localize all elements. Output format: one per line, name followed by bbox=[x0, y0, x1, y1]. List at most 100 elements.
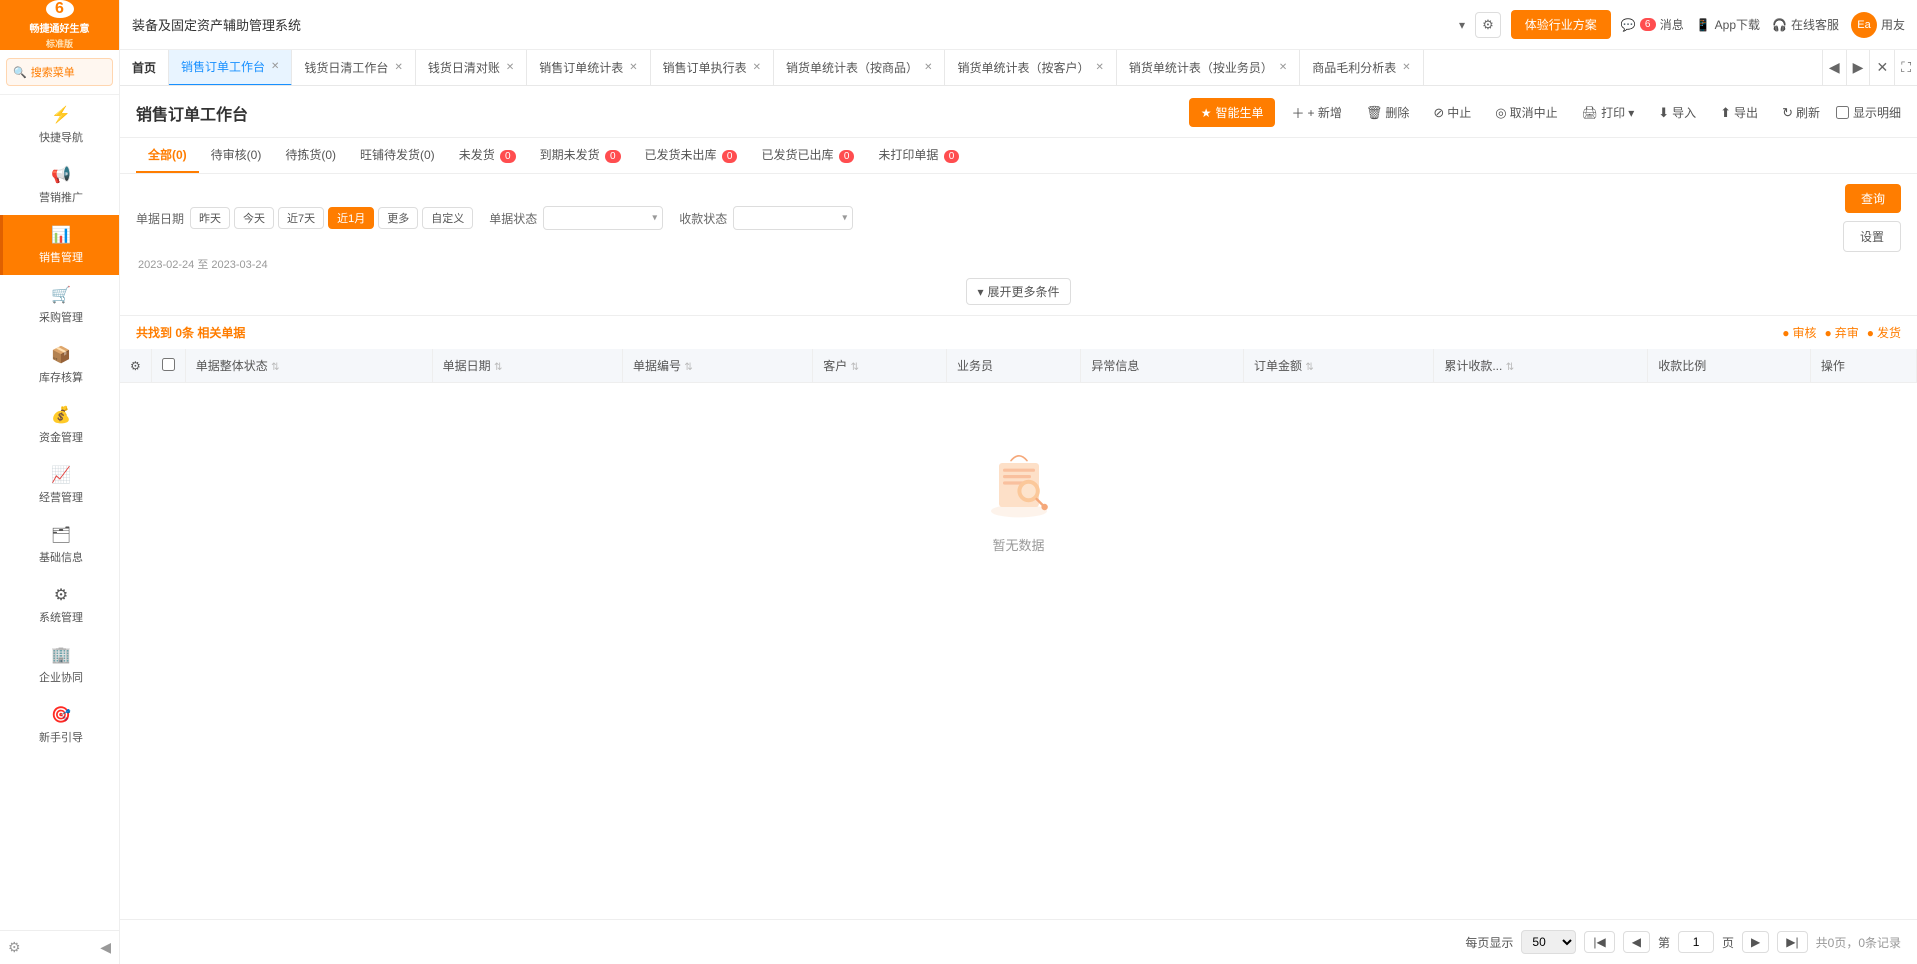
user-menu-button[interactable]: Ea 用友 bbox=[1851, 12, 1905, 38]
tab-sales-order-exec[interactable]: 销售订单执行表 ✕ bbox=[651, 50, 774, 86]
date-more-button[interactable]: 更多 bbox=[378, 207, 418, 229]
sub-tab-shipped-no-out[interactable]: 已发货未出库 0 bbox=[633, 138, 750, 173]
tab-product-margin[interactable]: 商品毛利分析表 ✕ bbox=[1300, 50, 1423, 86]
tab-close-icon-8[interactable]: ✕ bbox=[1279, 62, 1287, 73]
show-details-checkbox[interactable]: 显示明细 bbox=[1836, 104, 1901, 121]
sidebar-item-marketing[interactable]: 📢 营销推广 bbox=[0, 155, 119, 215]
app-download-label: App下载 bbox=[1715, 16, 1760, 33]
sidebar-item-purchase[interactable]: 🛒 采购管理 bbox=[0, 275, 119, 335]
quick-nav-icon: ⚡ bbox=[51, 105, 71, 125]
sub-tab-all[interactable]: 全部(0) bbox=[136, 138, 199, 173]
tab-cash-reconcile[interactable]: 钱货日清对账 ✕ bbox=[416, 50, 527, 86]
settings-column-icon[interactable]: ⚙ bbox=[130, 359, 141, 373]
import-button[interactable]: ⬇ 导入 bbox=[1650, 100, 1704, 125]
delete-button[interactable]: 🗑 删除 bbox=[1358, 100, 1418, 125]
cancel-review-action-button[interactable]: ● 弃审 bbox=[1824, 324, 1858, 341]
tab-close-icon-2[interactable]: ✕ bbox=[394, 62, 402, 73]
app-version: 标准版 bbox=[46, 37, 73, 50]
sub-tab-pending-review[interactable]: 待审核(0) bbox=[199, 138, 274, 173]
message-button[interactable]: 💬 6 消息 bbox=[1621, 16, 1684, 33]
status-sort-icon[interactable]: ⇅ bbox=[271, 362, 279, 373]
collapse-sidebar-icon[interactable]: ◀ bbox=[100, 939, 111, 956]
sidebar-item-inventory[interactable]: 📦 库存核算 bbox=[0, 335, 119, 395]
industry-solution-button[interactable]: 体验行业方案 bbox=[1511, 10, 1611, 39]
expand-conditions-button[interactable]: ▾ 展开更多条件 bbox=[966, 278, 1070, 305]
tab-expand-button[interactable]: ⛶ bbox=[1894, 50, 1917, 86]
status-select[interactable] bbox=[543, 206, 663, 230]
customer-sort-icon[interactable]: ⇅ bbox=[851, 362, 859, 373]
sub-tab-shipped-out[interactable]: 已发货已出库 0 bbox=[749, 138, 866, 173]
payment-select[interactable] bbox=[733, 206, 853, 230]
sidebar-item-sales[interactable]: 📊 销售管理 bbox=[0, 215, 119, 275]
cancel-pause-button[interactable]: ◎ 取消中止 bbox=[1487, 100, 1565, 125]
date-custom-button[interactable]: 自定义 bbox=[422, 207, 473, 229]
prev-page-button[interactable]: ◀ bbox=[1623, 931, 1650, 953]
received-sort-icon[interactable]: ⇅ bbox=[1506, 362, 1514, 373]
app-download-button[interactable]: 📱 App下载 bbox=[1696, 16, 1760, 33]
review-action-button[interactable]: ● 审核 bbox=[1782, 324, 1816, 341]
tab-close-icon-6[interactable]: ✕ bbox=[924, 62, 932, 73]
sidebar-item-system[interactable]: ⚙ 系统管理 bbox=[0, 575, 119, 635]
date-1month-button[interactable]: 近1月 bbox=[328, 207, 374, 229]
tab-sales-stats-staff[interactable]: 销货单统计表（按业务员） ✕ bbox=[1117, 50, 1300, 86]
sidebar-item-base-info[interactable]: 🗂 基础信息 bbox=[0, 515, 119, 575]
tab-close-icon-4[interactable]: ✕ bbox=[629, 62, 637, 73]
inventory-icon: 📦 bbox=[51, 345, 71, 365]
tab-sales-order-stats[interactable]: 销售订单统计表 ✕ bbox=[527, 50, 650, 86]
date-7days-button[interactable]: 近7天 bbox=[278, 207, 324, 229]
pause-button[interactable]: ⊘ 中止 bbox=[1425, 100, 1479, 125]
tab-close-all-button[interactable]: ✕ bbox=[1869, 50, 1894, 86]
tab-close-icon-3[interactable]: ✕ bbox=[506, 62, 514, 73]
date-yesterday-button[interactable]: 昨天 bbox=[190, 207, 230, 229]
date-today-button[interactable]: 今天 bbox=[234, 207, 274, 229]
search-menu-button[interactable]: 🔍 搜索菜单 bbox=[6, 58, 113, 86]
last-page-button[interactable]: ▶| bbox=[1777, 931, 1807, 953]
set-button[interactable]: 设置 bbox=[1843, 221, 1901, 252]
tab-next-button[interactable]: ▶ bbox=[1846, 50, 1870, 86]
tab-prev-button[interactable]: ◀ bbox=[1822, 50, 1846, 86]
tab-sales-order-workbench[interactable]: 销售订单工作台 ✕ bbox=[169, 50, 292, 86]
date-sort-icon[interactable]: ⇅ bbox=[494, 362, 502, 373]
tab-sales-stats-product[interactable]: 销货单统计表（按商品） ✕ bbox=[774, 50, 945, 86]
tab-cash-daily-label: 钱货日清工作台 bbox=[304, 59, 388, 76]
tab-close-icon-5[interactable]: ✕ bbox=[753, 62, 761, 73]
amount-sort-icon[interactable]: ⇅ bbox=[1305, 362, 1313, 373]
tab-cash-daily[interactable]: 钱货日清工作台 ✕ bbox=[292, 50, 415, 86]
filter-row: 单据日期 昨天 今天 近7天 近1月 更多 自定义 单据状态 bbox=[136, 184, 1901, 252]
sidebar-item-operations[interactable]: 📈 经营管理 bbox=[0, 455, 119, 515]
tab-home[interactable]: 首页 bbox=[120, 50, 169, 86]
tab-close-icon[interactable]: ✕ bbox=[271, 61, 279, 72]
sidebar-item-finance[interactable]: 💰 资金管理 bbox=[0, 395, 119, 455]
sidebar-item-enterprise[interactable]: 🏢 企业协同 bbox=[0, 635, 119, 695]
export-button[interactable]: ⬆ 导出 bbox=[1712, 100, 1766, 125]
print-button[interactable]: 🖨 打印 ▾ bbox=[1574, 100, 1643, 125]
tab-sales-stats-customer[interactable]: 销货单统计表（按客户） ✕ bbox=[945, 50, 1116, 86]
settings-bottom-icon[interactable]: ⚙ bbox=[8, 939, 21, 956]
payment-filter-label: 收款状态 bbox=[679, 210, 727, 227]
select-all-checkbox[interactable] bbox=[162, 358, 175, 371]
number-sort-icon[interactable]: ⇅ bbox=[684, 362, 692, 373]
first-page-button[interactable]: |◀ bbox=[1584, 931, 1614, 953]
sidebar-item-quick-nav[interactable]: ⚡ 快捷导航 bbox=[0, 95, 119, 155]
sub-tab-overdue-unshipped[interactable]: 到期未发货 0 bbox=[528, 138, 633, 173]
ship-action-button[interactable]: ● 发货 bbox=[1867, 324, 1901, 341]
per-page-select[interactable]: 50 100 200 bbox=[1521, 930, 1576, 954]
refresh-button[interactable]: ↻ 刷新 bbox=[1774, 100, 1828, 125]
next-page-button[interactable]: ▶ bbox=[1742, 931, 1769, 953]
page-number-input[interactable] bbox=[1678, 931, 1714, 953]
sub-tab-unshipped[interactable]: 未发货 0 bbox=[447, 138, 528, 173]
sub-tab-unprinted[interactable]: 未打印单据 0 bbox=[866, 138, 971, 173]
sidebar-item-guide[interactable]: 🎯 新手引导 bbox=[0, 695, 119, 755]
tab-close-icon-9[interactable]: ✕ bbox=[1402, 62, 1410, 73]
table-area: 共找到 0条 相关单据 ● 审核 ● 弃审 ● 发货 bbox=[120, 316, 1917, 919]
query-button[interactable]: 查询 bbox=[1845, 184, 1901, 213]
online-service-button[interactable]: 🎧 在线客服 bbox=[1772, 16, 1839, 33]
tab-close-icon-7[interactable]: ✕ bbox=[1095, 62, 1103, 73]
topbar-settings-button[interactable]: ⚙ bbox=[1475, 12, 1501, 38]
add-button[interactable]: ＋ + 新增 bbox=[1283, 99, 1349, 126]
sub-tab-wangpu[interactable]: 旺铺待发货(0) bbox=[348, 138, 447, 173]
sub-tab-pending-inspect[interactable]: 待拣货(0) bbox=[273, 138, 348, 173]
system-dropdown-button[interactable]: ▾ bbox=[1459, 18, 1465, 32]
show-details-input[interactable] bbox=[1836, 106, 1849, 119]
smart-order-button[interactable]: ★ 智能生单 bbox=[1189, 98, 1276, 127]
